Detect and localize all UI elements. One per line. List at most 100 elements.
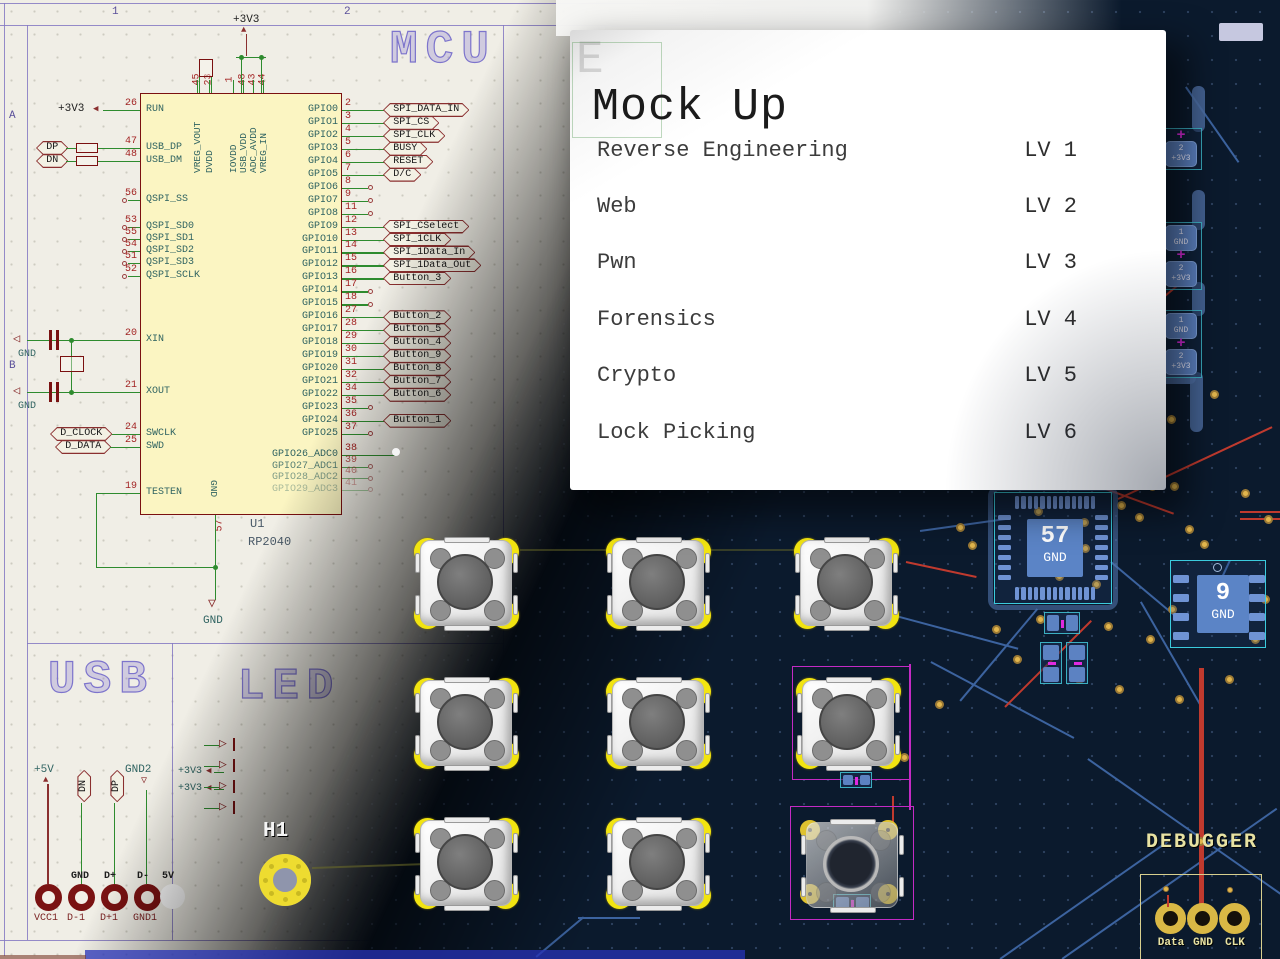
mockup-item: Pwn LV 3 <box>597 235 1107 291</box>
chip-lead <box>1249 613 1265 621</box>
via <box>1115 685 1124 694</box>
chip-lead <box>1249 594 1265 602</box>
chip-lead <box>1021 587 1025 600</box>
chip-lead <box>1028 496 1032 509</box>
cap-pad-num: 2 <box>1166 352 1196 362</box>
smd-component <box>833 894 871 912</box>
via <box>1163 886 1169 892</box>
capacitor-footprint: 1GND +2+3V3 <box>1162 222 1202 290</box>
via <box>1227 887 1233 893</box>
chip-pad-net: GND <box>1027 551 1083 565</box>
smd-pad <box>860 775 870 785</box>
via <box>900 753 909 762</box>
cap-pad-net: GND <box>1166 326 1196 336</box>
smd-mark <box>855 777 858 785</box>
capacitor-footprint: +2+3V3 <box>1162 128 1202 170</box>
trace-magenta <box>909 664 911 810</box>
debugger-pad <box>1219 903 1250 934</box>
trace-red <box>1240 518 1280 520</box>
smd-pad <box>1066 615 1078 631</box>
via <box>1170 482 1179 491</box>
cap-polarity-icon: + <box>1165 131 1197 141</box>
screenshot-canvas: 12ABMCUUSBLED45VREG_VOUT23DVDD1IOVDD48US… <box>0 0 1280 959</box>
mockup-item-label: Pwn <box>597 250 637 275</box>
cap-polarity-icon: + <box>1165 339 1197 349</box>
chip-lead <box>1095 535 1108 540</box>
capacitor-footprint: 1GND+2+3V3 <box>1162 310 1202 378</box>
via <box>1167 415 1176 424</box>
via <box>1175 695 1184 704</box>
chip-lead <box>1072 587 1076 600</box>
cap-polarity-icon: + <box>1165 251 1197 261</box>
smd-pad <box>843 775 853 785</box>
chip-lead <box>1095 515 1108 520</box>
smd-pad <box>1043 667 1059 682</box>
debugger-title: DEBUGGER <box>1146 831 1258 854</box>
via <box>1185 525 1194 534</box>
chip-lead <box>1084 587 1088 600</box>
mockup-item-level: LV 2 <box>1024 194 1077 219</box>
chip-lead <box>1173 632 1189 640</box>
scrollbar-thumb[interactable] <box>1219 23 1263 41</box>
cap-pad-net: GND <box>1166 238 1196 248</box>
smd-pad <box>1069 667 1085 682</box>
chip-lead <box>1015 496 1019 509</box>
smd-component <box>1066 642 1088 684</box>
chip-pad-number: 57 <box>1027 523 1083 551</box>
chip-lead <box>1015 587 1019 600</box>
chip-lead <box>998 545 1011 550</box>
mockup-item: Reverse EngineeringLV 1 <box>597 122 1107 178</box>
cap-pad: 2+3V3 <box>1165 349 1197 375</box>
chip-lead <box>1249 575 1265 583</box>
debugger-pad-label: GND <box>1185 937 1221 949</box>
chip-lead <box>1072 496 1076 509</box>
chip-lead <box>998 525 1011 530</box>
smd-mark <box>1048 662 1056 665</box>
smd-pad <box>1069 645 1085 660</box>
chip-lead <box>1059 496 1063 509</box>
cap-pad: 2+3V3 <box>1165 261 1197 287</box>
chip-lead <box>1040 587 1044 600</box>
cap-pad-net: +3V3 <box>1166 154 1196 164</box>
mockup-item-label: Reverse Engineering <box>597 138 848 163</box>
qfn-chip-57: 57GND <box>994 492 1112 604</box>
flash-core: 9GND <box>1197 575 1249 633</box>
via <box>968 541 977 550</box>
mockup-item-level: LV 3 <box>1024 250 1077 275</box>
chip-lead <box>1095 575 1108 580</box>
chip-lead <box>1021 496 1025 509</box>
trace-blue <box>535 916 584 957</box>
chip-lead <box>1047 587 1051 600</box>
debugger-pad-label: Data <box>1153 937 1189 949</box>
chip-lead <box>1084 496 1088 509</box>
chip-lead <box>1091 587 1095 600</box>
via <box>935 700 944 709</box>
trace-blue <box>578 917 640 919</box>
mockup-item-label: Forensics <box>597 307 716 332</box>
trace-tube <box>1192 86 1205 132</box>
chip-lead <box>1065 496 1069 509</box>
via <box>1013 655 1022 664</box>
smd-pad <box>856 897 869 909</box>
chip-lead <box>1078 587 1082 600</box>
cap-pad-num: 2 <box>1166 264 1196 274</box>
flash-chip-9: 9GND <box>1170 560 1266 648</box>
cap-pad-num: 1 <box>1166 228 1196 238</box>
smd-mark <box>851 900 854 908</box>
chip-lead <box>1078 496 1082 509</box>
mockup-item-label: Lock Picking <box>597 420 755 445</box>
chip-lead <box>1028 587 1032 600</box>
cap-pad-num: 2 <box>1166 144 1196 154</box>
cap-pad-net: +3V3 <box>1166 274 1196 284</box>
chip-lead <box>1091 496 1095 509</box>
chip-lead <box>998 575 1011 580</box>
chip-lead <box>1173 613 1189 621</box>
via <box>1104 622 1113 631</box>
mockup-item-label: Crypto <box>597 363 676 388</box>
qfn-core: 57GND <box>1027 519 1083 577</box>
debugger-pad <box>1187 903 1218 934</box>
chip-lead <box>998 565 1011 570</box>
via <box>992 625 1001 634</box>
trace-red <box>1240 511 1280 513</box>
mockup-item: WebLV 2 <box>597 178 1107 234</box>
